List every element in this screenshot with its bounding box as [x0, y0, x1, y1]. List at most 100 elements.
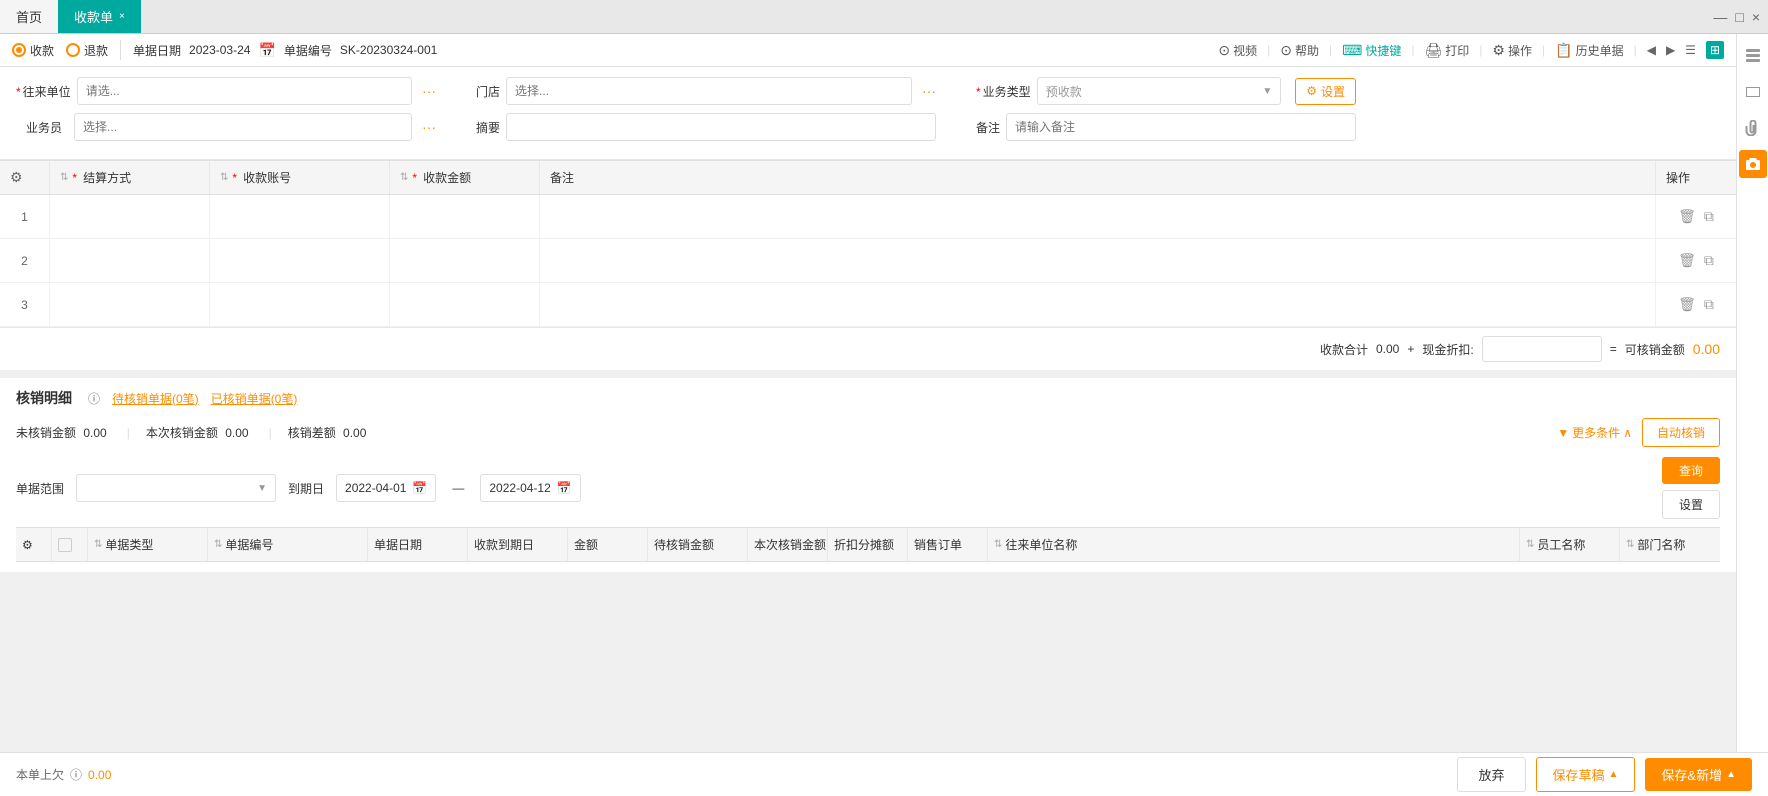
counterpart-input[interactable]: [77, 77, 412, 105]
filter-row: 单据范围 ▼ 到期日 2022-04-01 📅 — 2022-04-12 📅 查…: [16, 457, 1720, 519]
pending-tab[interactable]: 待核销单据(0笔): [112, 390, 199, 407]
col-settlement-label: 结算方式: [83, 169, 131, 186]
col-note: 备注: [540, 161, 1656, 194]
tab-receipt[interactable]: 收款单 ×: [58, 0, 141, 33]
info-icon[interactable]: ⓘ: [88, 390, 100, 407]
radio-receipt[interactable]: 收款: [12, 42, 54, 59]
row-3-amount[interactable]: [390, 283, 540, 326]
date-start-input[interactable]: 2022-04-01 📅: [336, 474, 436, 502]
vcol-staff-label: 员工名称: [1537, 536, 1585, 553]
note-field: 备注: [976, 113, 1356, 141]
row-2-note[interactable]: [540, 239, 1656, 282]
row-1-amount[interactable]: [390, 195, 540, 238]
row-3-settlement[interactable]: [50, 283, 210, 326]
sidebar-table-icon[interactable]: [1739, 42, 1767, 70]
help-btn[interactable]: ⊙ 帮助: [1280, 42, 1319, 59]
completed-tab[interactable]: 已核销单据(0笔): [211, 390, 298, 407]
vcol-date: 单据日期: [368, 528, 468, 561]
tab-close-icon[interactable]: ×: [119, 11, 125, 22]
vcol-sales-order-label: 销售订单: [914, 536, 962, 553]
video-btn[interactable]: ⊙ 视频: [1218, 42, 1257, 59]
print-btn[interactable]: 🖨 打印: [1425, 42, 1470, 59]
vcol-discount-label: 折扣分摊额: [834, 536, 894, 553]
section-divider: [0, 370, 1736, 378]
current-stat: 本次核销金额 0.00: [146, 424, 253, 441]
vcol-gear-icon[interactable]: ⚙: [22, 538, 33, 552]
draft-btn-label: 保存草稿: [1553, 765, 1605, 784]
table-header: ⚙ ⇅ * 结算方式 ⇅ * 收款账号 ⇅ * 收款金额 备注 操作: [0, 160, 1736, 195]
delete-icon[interactable]: 🗑: [1678, 296, 1696, 313]
minimize-icon[interactable]: —: [1713, 9, 1727, 25]
col-action-label: 操作: [1666, 169, 1690, 186]
discount-input[interactable]: [1482, 336, 1602, 362]
save-new-button[interactable]: 保存&新增 ▲: [1645, 758, 1752, 791]
grid-icon[interactable]: ⊞: [1706, 41, 1724, 59]
row-1-note[interactable]: [540, 195, 1656, 238]
store-input[interactable]: [506, 77, 912, 105]
more-conditions-btn[interactable]: ▼ 更多条件 ∧: [1557, 424, 1632, 441]
col-settings[interactable]: ⚙: [0, 161, 50, 194]
auto-close-button[interactable]: 自动核销: [1642, 418, 1720, 447]
filter-icon: ▼: [1557, 426, 1569, 440]
staff-input[interactable]: [74, 113, 412, 141]
shortcut-btn[interactable]: ⌨ 快捷键: [1342, 42, 1401, 59]
row-1-account[interactable]: [210, 195, 390, 238]
summary-input[interactable]: [506, 113, 936, 141]
settings-button[interactable]: ⚙ 设置: [1295, 78, 1356, 105]
note-input[interactable]: [1006, 113, 1356, 141]
radio-refund[interactable]: 退款: [66, 42, 108, 59]
operation-btn[interactable]: ⚙ 操作: [1492, 42, 1532, 59]
row-3-note[interactable]: [540, 283, 1656, 326]
nav-right-icon[interactable]: ▶: [1666, 43, 1675, 57]
date-end-input[interactable]: 2022-04-12 📅: [480, 474, 580, 502]
bottom-current-value: 0.00: [88, 768, 111, 782]
range-select[interactable]: ▼: [76, 474, 276, 502]
staff-more-icon[interactable]: ···: [422, 119, 436, 135]
draft-button[interactable]: 保存草稿 ▲: [1536, 757, 1636, 792]
delete-icon[interactable]: 🗑: [1678, 208, 1696, 225]
nav-left-icon[interactable]: ◀: [1647, 43, 1656, 57]
bottom-right: 放弃 保存草稿 ▲ 保存&新增 ▲: [1457, 757, 1752, 792]
close-icon[interactable]: ×: [1752, 9, 1760, 25]
copy-icon[interactable]: ⧉: [1704, 208, 1714, 225]
draft-dropdown-icon[interactable]: ▲: [1609, 769, 1619, 780]
save-dropdown-icon[interactable]: ▲: [1726, 769, 1736, 780]
calendar-start-icon[interactable]: 📅: [412, 481, 427, 495]
separator-1: [120, 40, 121, 60]
row-2-account[interactable]: [210, 239, 390, 282]
row-2-amount[interactable]: [390, 239, 540, 282]
history-btn[interactable]: 📋 历史单据: [1555, 42, 1623, 59]
vcol-gear[interactable]: ⚙: [16, 528, 52, 561]
table-gear-icon[interactable]: ⚙: [10, 169, 23, 186]
list-icon[interactable]: ☰: [1685, 43, 1696, 57]
calendar-end-icon[interactable]: 📅: [557, 481, 572, 495]
verify-settings-button[interactable]: 设置: [1662, 490, 1720, 519]
radio-dot-receipt: [12, 43, 26, 57]
store-more-icon[interactable]: ···: [922, 83, 936, 99]
sidebar-email-icon[interactable]: [1739, 78, 1767, 106]
staff-label: 业务员: [16, 119, 62, 136]
main-content: 收款 退款 单据日期 2023-03-24 📅 单据编号 SK-20230324…: [0, 34, 1736, 752]
row-3-actions: 🗑 ⧉: [1656, 283, 1736, 326]
vcol-due-date-label: 收款到期日: [474, 536, 534, 553]
query-button[interactable]: 查询: [1662, 457, 1720, 484]
copy-icon[interactable]: ⧉: [1704, 252, 1714, 269]
sidebar-camera-icon[interactable]: [1739, 150, 1767, 178]
business-type-select[interactable]: 预收款 ▼: [1037, 77, 1282, 105]
row-2-settlement[interactable]: [50, 239, 210, 282]
discard-button[interactable]: 放弃: [1457, 757, 1525, 792]
vcol-checkbox[interactable]: [52, 528, 88, 561]
history-label: 历史单据: [1576, 42, 1624, 59]
col-action: 操作: [1656, 161, 1736, 194]
row-3-account[interactable]: [210, 283, 390, 326]
delete-icon[interactable]: 🗑: [1678, 252, 1696, 269]
select-all-checkbox[interactable]: [58, 538, 72, 552]
counterpart-more-icon[interactable]: ···: [422, 83, 436, 99]
tab-home[interactable]: 首页: [0, 0, 58, 33]
maximize-icon[interactable]: □: [1735, 9, 1743, 25]
calendar-icon[interactable]: 📅: [258, 42, 275, 59]
row-1-settlement[interactable]: [50, 195, 210, 238]
sidebar-attachment-icon[interactable]: [1739, 114, 1767, 142]
radio-refund-label: 退款: [84, 42, 108, 59]
copy-icon[interactable]: ⧉: [1704, 296, 1714, 313]
